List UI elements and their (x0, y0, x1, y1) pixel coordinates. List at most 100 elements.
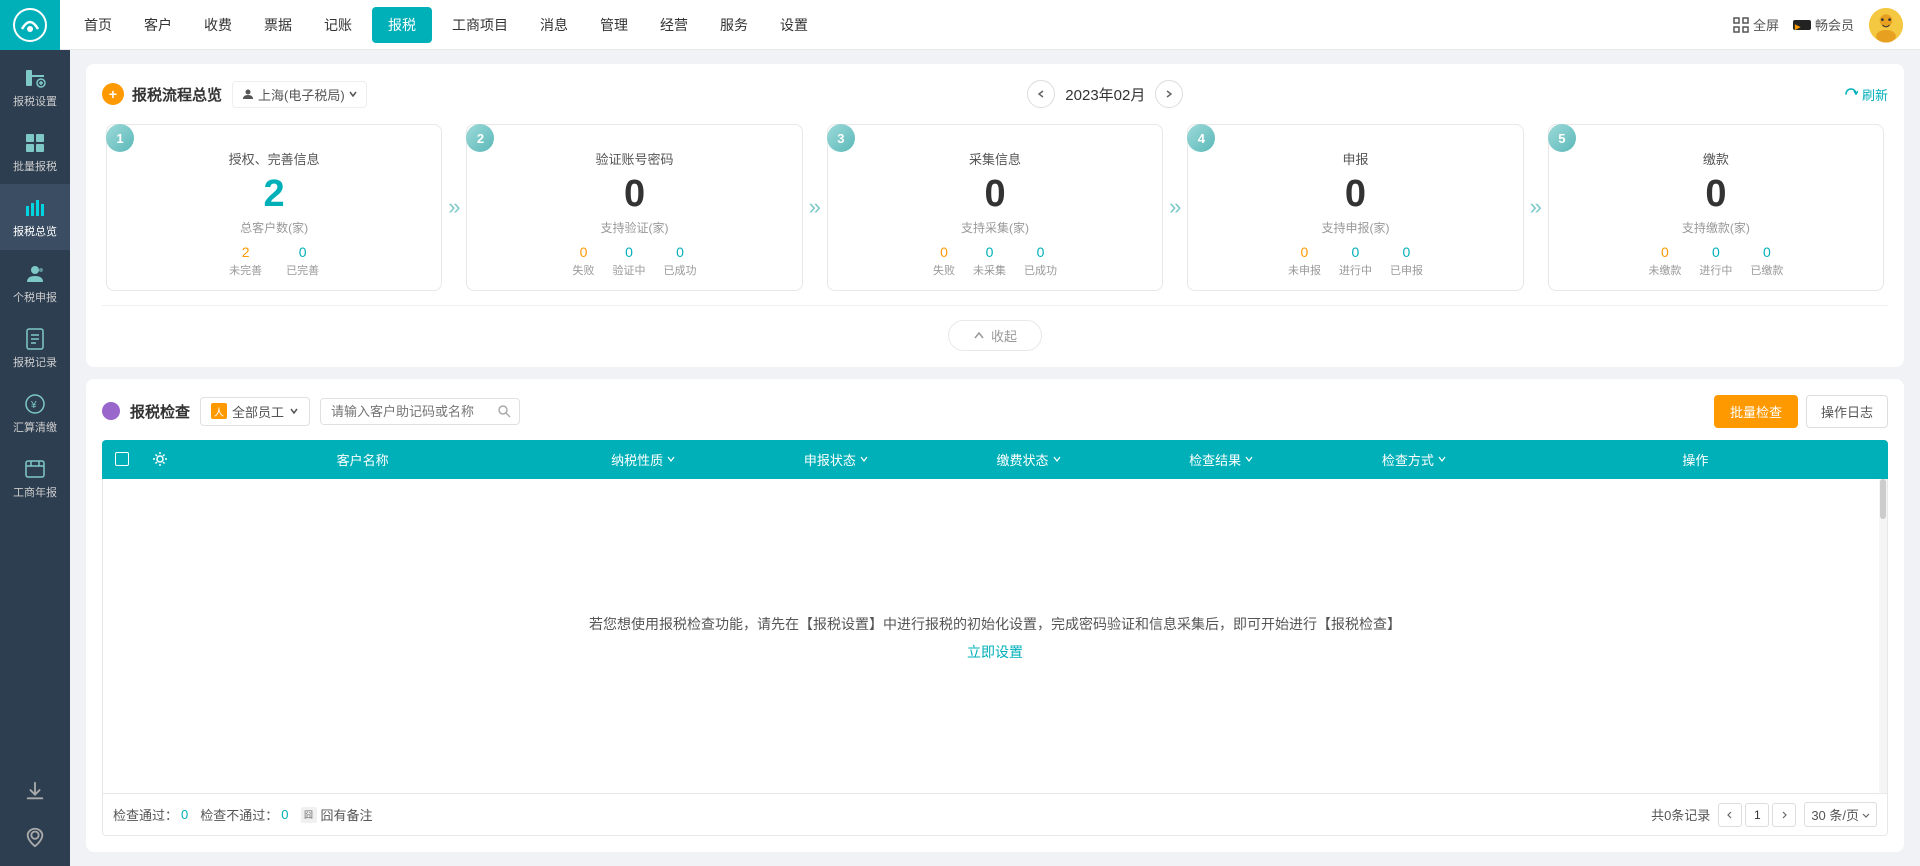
sidebar-item-tax-settlement[interactable]: ¥ 汇算清缴 (0, 380, 70, 445)
nav-item-accounting[interactable]: 记账 (308, 0, 368, 50)
step-stat-3-2[interactable]: 0 已成功 (1024, 244, 1057, 278)
sidebar: 报税设置 批量报税 报税总览 个税申报 报税记录 (0, 50, 70, 866)
th-settings-col[interactable] (142, 451, 178, 467)
prev-month-button[interactable] (1027, 80, 1055, 108)
header-checkbox[interactable] (115, 452, 129, 466)
dropdown-chevron-icon (289, 406, 299, 416)
sidebar-item-batch-tax[interactable]: 批量报税 (0, 119, 70, 184)
prev-page-button[interactable] (1718, 803, 1742, 827)
step-stat-3-0[interactable]: 0 失败 (933, 244, 955, 278)
next-page-button[interactable] (1772, 803, 1796, 827)
logo-icon (12, 7, 48, 43)
vip-button[interactable]: ▶ 畅会员 (1793, 15, 1854, 34)
search-input[interactable] (321, 399, 489, 424)
step-stat-5-0[interactable]: 0 未缴款 (1648, 244, 1681, 278)
nav-item-operation[interactable]: 经营 (644, 0, 704, 50)
setup-link[interactable]: 立即设置 (589, 642, 1401, 662)
fullscreen-button[interactable]: 全屏 (1733, 15, 1779, 34)
th-tax-type[interactable]: 纳税性质 (547, 440, 740, 479)
nav-item-message[interactable]: 消息 (524, 0, 584, 50)
nav-item-tax[interactable]: 报税 (372, 7, 432, 43)
step-stat-5-2[interactable]: 0 已缴款 (1750, 244, 1783, 278)
collapse-button[interactable]: 收起 (948, 320, 1042, 351)
sidebar-bottom-location[interactable] (0, 816, 70, 858)
content: + 报税流程总览 上海(电子税局) 2023年02月 (70, 50, 1920, 866)
sidebar-bottom-download[interactable] (0, 770, 70, 812)
nav-item-business[interactable]: 工商项目 (436, 0, 524, 50)
step-stat-1-1[interactable]: 0 已完善 (286, 244, 319, 278)
th-name: 客户名称 (178, 440, 547, 479)
page-nav: 1 (1718, 803, 1796, 827)
nav-item-manage[interactable]: 管理 (584, 0, 644, 50)
step-stat-2-0[interactable]: 0 失败 (573, 244, 595, 278)
step-value-4: 0 (1200, 174, 1510, 216)
operation-log-button[interactable]: 操作日志 (1806, 395, 1888, 428)
step-title-1: 授权、完善信息 (119, 149, 429, 168)
step-stat-2-1[interactable]: 0 验证中 (613, 244, 646, 278)
step-stat-2-2[interactable]: 0 已成功 (664, 244, 697, 278)
th-check-result[interactable]: 检查结果 (1125, 440, 1318, 479)
passed-value[interactable]: 0 (181, 807, 188, 822)
nav-items: 首页 客户 收费 票据 记账 报税 工商项目 消息 管理 经营 服务 设置 (60, 0, 1733, 50)
staff-dropdown[interactable]: 人 全部员工 (200, 397, 310, 426)
th-check-method[interactable]: 检查方式 (1318, 440, 1511, 479)
logo[interactable] (0, 0, 60, 50)
filter-icon-2 (859, 454, 869, 464)
step-stats-1: 2 未完善 0 已完善 (119, 244, 429, 278)
th-checkbox[interactable] (102, 444, 142, 474)
nav-item-settings[interactable]: 设置 (764, 0, 824, 50)
step-stat-4-0[interactable]: 0 未申报 (1288, 244, 1321, 278)
search-button[interactable] (489, 399, 519, 423)
next-arrow-icon (1164, 89, 1174, 99)
location-icon (24, 826, 46, 848)
step-sub-4: 支持申报(家) (1200, 219, 1510, 236)
sidebar-item-personal-tax[interactable]: 个税申报 (0, 250, 70, 315)
step-stats-3: 0 失败 0 未采集 0 已成功 (840, 244, 1150, 278)
fullscreen-icon (1733, 17, 1749, 33)
sidebar-item-annual-report[interactable]: 工商年报 (0, 445, 70, 510)
step-arrow-4: » (1528, 124, 1544, 291)
avatar[interactable] (1868, 7, 1904, 43)
location-dropdown[interactable]: 上海(电子税局) (232, 81, 367, 108)
nav-item-home[interactable]: 首页 (68, 0, 128, 50)
next-month-button[interactable] (1155, 80, 1183, 108)
step-stat-5-1[interactable]: 0 进行中 (1699, 244, 1732, 278)
sidebar-label-tax-settings: 报税设置 (13, 96, 57, 109)
footer-right: 共0条记录 1 (1651, 802, 1877, 827)
step-stat-3-1[interactable]: 0 未采集 (973, 244, 1006, 278)
sidebar-item-tax-settings[interactable]: 报税设置 (0, 54, 70, 119)
nav-item-client[interactable]: 客户 (128, 0, 188, 50)
step-stat-4-1[interactable]: 0 进行中 (1339, 244, 1372, 278)
settings-icon (152, 451, 168, 467)
sidebar-label-tax-overview: 报税总览 (13, 226, 57, 239)
refresh-icon (1844, 87, 1858, 101)
sidebar-item-tax-overview[interactable]: 报税总览 (0, 184, 70, 249)
step-card-5: 5 缴款 0 支持缴款(家) 0 未缴款 0 进行中 (1548, 124, 1884, 291)
nav-item-service[interactable]: 服务 (704, 0, 764, 50)
scrollbar-thumb[interactable] (1880, 479, 1886, 519)
staff-label: 全部员工 (232, 402, 284, 421)
failed-value[interactable]: 0 (281, 807, 288, 822)
step-card-1: 1 授权、完善信息 2 总客户数(家) 2 未完善 0 已完善 (106, 124, 442, 291)
refresh-button[interactable]: 刷新 (1844, 85, 1888, 104)
nav-item-invoice[interactable]: 票据 (248, 0, 308, 50)
step-stat-1-0[interactable]: 2 未完善 (229, 244, 262, 278)
collapse-up-icon (973, 329, 985, 341)
per-page-select[interactable]: 30 条/页 (1804, 802, 1877, 827)
search-box (320, 398, 520, 425)
orange-plus-icon: + (102, 83, 124, 105)
collapse-label: 收起 (991, 326, 1017, 345)
batch-check-button[interactable]: 批量检查 (1714, 395, 1798, 428)
purple-circle-icon (102, 402, 120, 420)
sidebar-label-annual-report: 工商年报 (13, 487, 57, 500)
scrollbar-track[interactable] (1879, 479, 1887, 793)
step-num-1: 1 (106, 124, 134, 152)
sidebar-item-tax-record[interactable]: 报税记录 (0, 315, 70, 380)
nav-item-fee[interactable]: 收费 (188, 0, 248, 50)
step-stat-4-2[interactable]: 0 已申报 (1390, 244, 1423, 278)
th-pay-status[interactable]: 缴费状态 (933, 440, 1126, 479)
table-header: 客户名称 纳税性质 申报状态 缴费状态 检查结果 (102, 440, 1888, 479)
empty-msg-text: 若您想使用报税检查功能，请先在【报税设置】中进行报税的初始化设置，完成密码验证和… (589, 610, 1401, 638)
th-declare-status[interactable]: 申报状态 (740, 440, 933, 479)
overview-steps: 1 授权、完善信息 2 总客户数(家) 2 未完善 0 已完善 (102, 124, 1888, 291)
